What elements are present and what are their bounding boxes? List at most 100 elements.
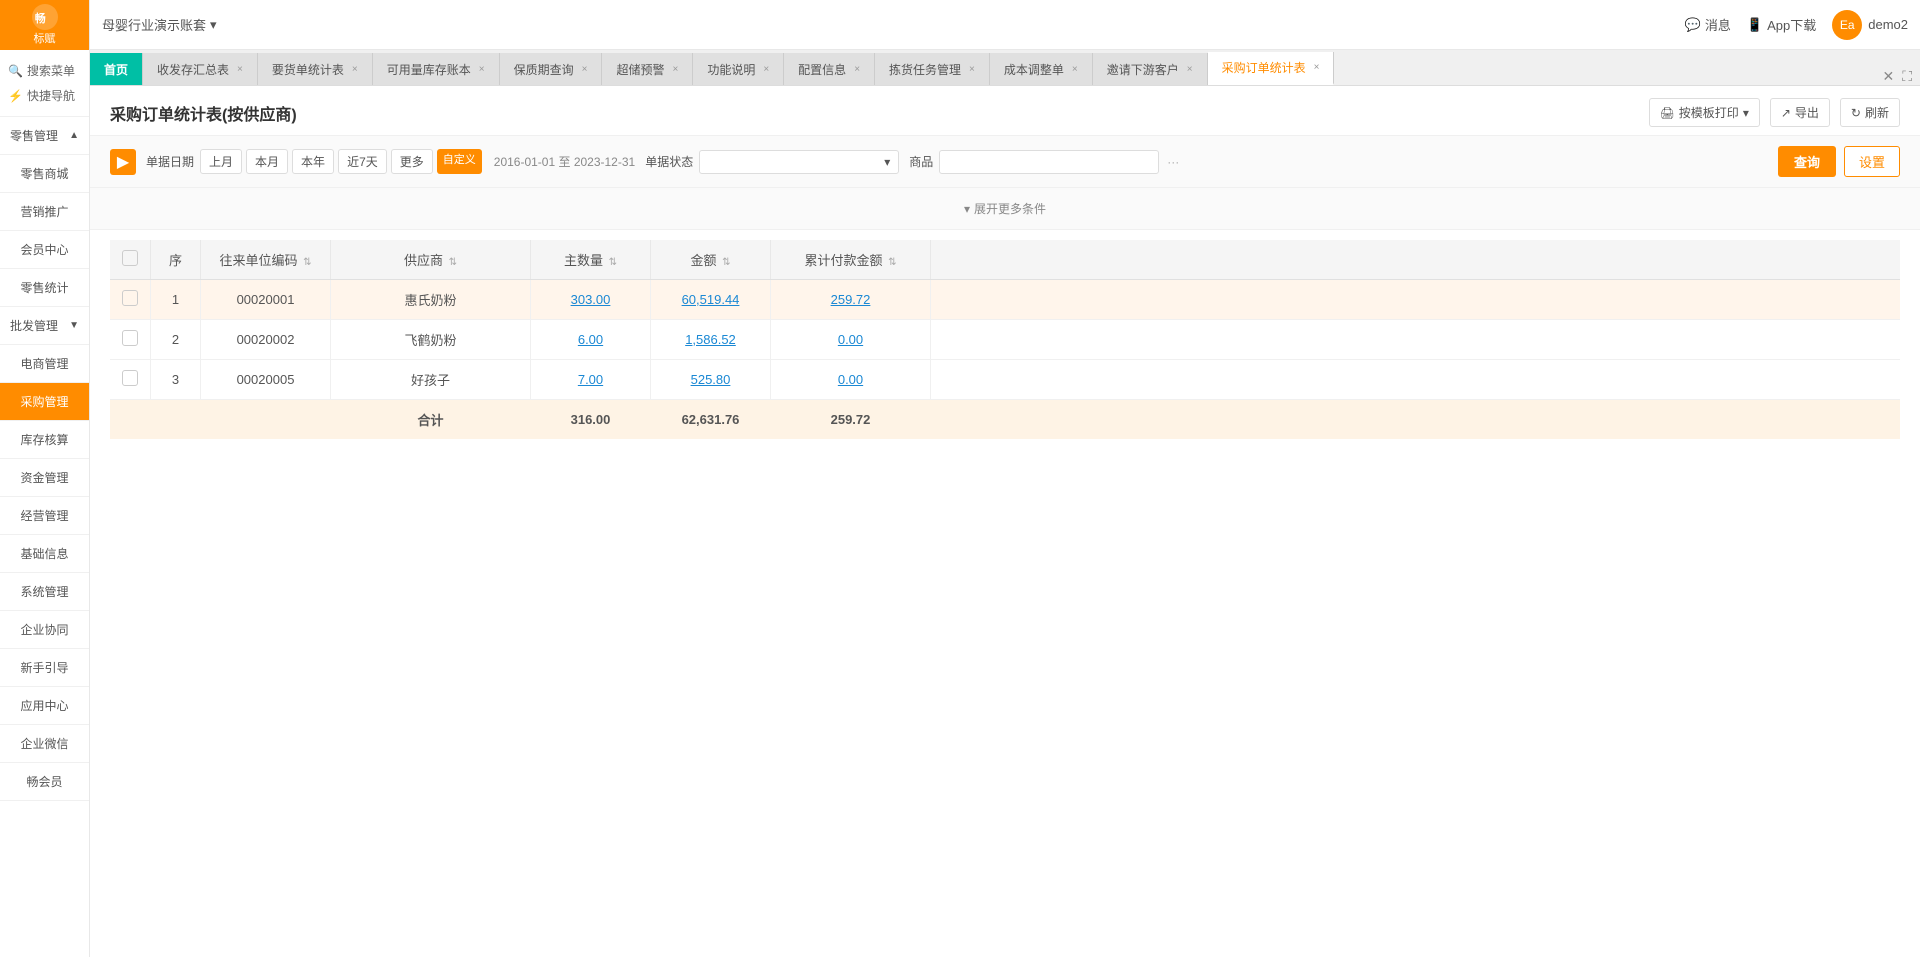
message-btn[interactable]: 💬 消息 bbox=[1685, 15, 1731, 34]
tab-label: 拣货任务管理 bbox=[889, 61, 961, 78]
date-btn-more[interactable]: 更多 bbox=[391, 149, 433, 174]
maximize-window-icon[interactable]: ⛶ bbox=[1902, 68, 1912, 85]
print-button[interactable]: 🖨 按模板打印 ▾ bbox=[1649, 98, 1760, 127]
row-qty[interactable]: 303.00 bbox=[531, 280, 651, 320]
tab-close-icon[interactable]: × bbox=[237, 64, 243, 75]
row-checkbox[interactable] bbox=[122, 370, 138, 386]
tab-purchase-summary[interactable]: 采购订单统计表 × bbox=[1208, 52, 1335, 85]
close-window-icon[interactable]: ✕ bbox=[1882, 68, 1894, 85]
row-amount[interactable]: 525.80 bbox=[651, 360, 771, 400]
date-quick-btns: 上月 本月 本年 近7天 更多 自定义 bbox=[200, 149, 482, 174]
tab-goods-stats[interactable]: 要货单统计表 × bbox=[258, 53, 373, 85]
sidebar-item-label: 企业协同 bbox=[20, 623, 68, 637]
tab-close-icon[interactable]: × bbox=[1072, 64, 1078, 75]
sidebar-item-member[interactable]: 会员中心 bbox=[0, 231, 89, 269]
sidebar-item-label: 企业微信 bbox=[20, 737, 68, 751]
row-qty[interactable]: 6.00 bbox=[531, 320, 651, 360]
tab-label: 收发存汇总表 bbox=[157, 61, 229, 78]
account-dropdown[interactable]: 母婴行业演示账套 ▾ bbox=[102, 15, 217, 34]
tab-pick-task[interactable]: 拣货任务管理 × bbox=[875, 53, 990, 85]
filter-bar: ▶ 单据日期 上月 本月 本年 近7天 更多 自定义 2016-01-01 至 … bbox=[90, 136, 1920, 188]
sort-icon[interactable]: ⇅ bbox=[449, 257, 457, 268]
tab-close-icon[interactable]: × bbox=[352, 64, 358, 75]
status-select[interactable]: ▾ bbox=[699, 150, 899, 174]
sidebar-item-ecommerce[interactable]: 电商管理 bbox=[0, 345, 89, 383]
refresh-button[interactable]: ↻ 刷新 bbox=[1840, 98, 1900, 127]
sidebar-item-wechat[interactable]: 企业微信 bbox=[0, 725, 89, 763]
row-amount[interactable]: 1,586.52 bbox=[651, 320, 771, 360]
chevron-down-icon: ▾ bbox=[1743, 106, 1749, 120]
date-btn-7days[interactable]: 近7天 bbox=[338, 149, 387, 174]
row-paid[interactable]: 0.00 bbox=[771, 360, 931, 400]
sidebar-item-retail-mall[interactable]: 零售商城 bbox=[0, 155, 89, 193]
sort-icon[interactable]: ⇅ bbox=[722, 257, 730, 268]
expand-more-btn[interactable]: ▾ 展开更多条件 bbox=[90, 200, 1920, 217]
date-btn-last-month[interactable]: 上月 bbox=[200, 149, 242, 174]
sort-icon[interactable]: ⇅ bbox=[303, 257, 311, 268]
row-checkbox[interactable] bbox=[122, 290, 138, 306]
tab-label: 配置信息 bbox=[798, 61, 846, 78]
refresh-icon: ↻ bbox=[1851, 106, 1861, 120]
row-paid[interactable]: 0.00 bbox=[771, 320, 931, 360]
sidebar-item-enterprise[interactable]: 企业协同 bbox=[0, 611, 89, 649]
account-name: 母婴行业演示账套 bbox=[102, 15, 206, 34]
tab-close-icon[interactable]: × bbox=[854, 64, 860, 75]
col-paid: 累计付款金额 ⇅ bbox=[771, 240, 931, 280]
tab-close-icon[interactable]: × bbox=[582, 64, 588, 75]
download-icon: 📱 bbox=[1747, 17, 1763, 33]
sidebar-item-vip[interactable]: 畅会员 bbox=[0, 763, 89, 801]
more-options-icon[interactable]: ··· bbox=[1167, 155, 1179, 169]
row-supplier: 飞鹤奶粉 bbox=[331, 320, 531, 360]
sidebar-search-section: 🔍 搜索菜单 ⚡ 快捷导航 bbox=[0, 50, 89, 117]
tab-close-icon[interactable]: × bbox=[969, 64, 975, 75]
quick-nav-item[interactable]: ⚡ 快捷导航 bbox=[6, 83, 83, 108]
sidebar-item-finance[interactable]: 资金管理 bbox=[0, 459, 89, 497]
export-button[interactable]: ↗ 导出 bbox=[1770, 98, 1830, 127]
tab-collect-summary[interactable]: 收发存汇总表 × bbox=[143, 53, 258, 85]
tab-invite-downstream[interactable]: 邀请下游客户 × bbox=[1093, 53, 1208, 85]
tab-available-stock[interactable]: 可用量库存账本 × bbox=[373, 53, 500, 85]
tab-config-info[interactable]: 配置信息 × bbox=[784, 53, 875, 85]
sidebar-item-purchase[interactable]: 采购管理 bbox=[0, 383, 89, 421]
tab-cost-adjust[interactable]: 成本调整单 × bbox=[990, 53, 1093, 85]
tab-close-icon[interactable]: × bbox=[672, 64, 678, 75]
tab-expiry-query[interactable]: 保质期查询 × bbox=[500, 53, 603, 85]
tab-close-icon[interactable]: × bbox=[763, 64, 769, 75]
tab-label: 要货单统计表 bbox=[272, 61, 344, 78]
sidebar-item-marketing[interactable]: 营销推广 bbox=[0, 193, 89, 231]
tab-close-icon[interactable]: × bbox=[1314, 62, 1320, 73]
sidebar-item-retail[interactable]: 零售管理 ▲ bbox=[0, 117, 89, 155]
sidebar-item-newguide[interactable]: 新手引导 bbox=[0, 649, 89, 687]
sidebar-item-stock[interactable]: 库存核算 bbox=[0, 421, 89, 459]
search-menu-item[interactable]: 🔍 搜索菜单 bbox=[6, 58, 83, 83]
row-paid[interactable]: 259.72 bbox=[771, 280, 931, 320]
sidebar-item-retail-stats[interactable]: 零售统计 bbox=[0, 269, 89, 307]
row-checkbox[interactable] bbox=[122, 330, 138, 346]
sort-icon[interactable]: ⇅ bbox=[609, 257, 617, 268]
tab-close-icon[interactable]: × bbox=[479, 64, 485, 75]
date-btn-this-year[interactable]: 本年 bbox=[292, 149, 334, 174]
sort-icon[interactable]: ⇅ bbox=[888, 257, 896, 268]
tab-label: 功能说明 bbox=[707, 61, 755, 78]
sidebar-item-operation[interactable]: 经营管理 bbox=[0, 497, 89, 535]
row-qty[interactable]: 7.00 bbox=[531, 360, 651, 400]
goods-input[interactable] bbox=[939, 150, 1159, 174]
row-amount[interactable]: 60,519.44 bbox=[651, 280, 771, 320]
tab-func-desc[interactable]: 功能说明 × bbox=[693, 53, 784, 85]
sidebar-item-system[interactable]: 系统管理 bbox=[0, 573, 89, 611]
settings-button[interactable]: 设置 bbox=[1844, 146, 1900, 177]
app-download-btn[interactable]: 📱 App下载 bbox=[1747, 15, 1816, 34]
filter-toggle-btn[interactable]: ▶ bbox=[110, 149, 136, 175]
tab-home[interactable]: 首页 bbox=[90, 53, 143, 85]
query-button[interactable]: 查询 bbox=[1778, 146, 1836, 177]
sidebar-item-wholesale[interactable]: 批发管理 ▼ bbox=[0, 307, 89, 345]
select-all-checkbox[interactable] bbox=[122, 250, 138, 266]
sidebar-item-basic[interactable]: 基础信息 bbox=[0, 535, 89, 573]
date-btn-this-month[interactable]: 本月 bbox=[246, 149, 288, 174]
sidebar-item-appcenter[interactable]: 应用中心 bbox=[0, 687, 89, 725]
sidebar-item-label: 基础信息 bbox=[20, 547, 68, 561]
chevron-down-icon: ▼ bbox=[69, 320, 79, 331]
tab-over-stock-warning[interactable]: 超储预警 × bbox=[602, 53, 693, 85]
user-profile[interactable]: Ea demo2 bbox=[1832, 10, 1908, 40]
tab-close-icon[interactable]: × bbox=[1187, 64, 1193, 75]
